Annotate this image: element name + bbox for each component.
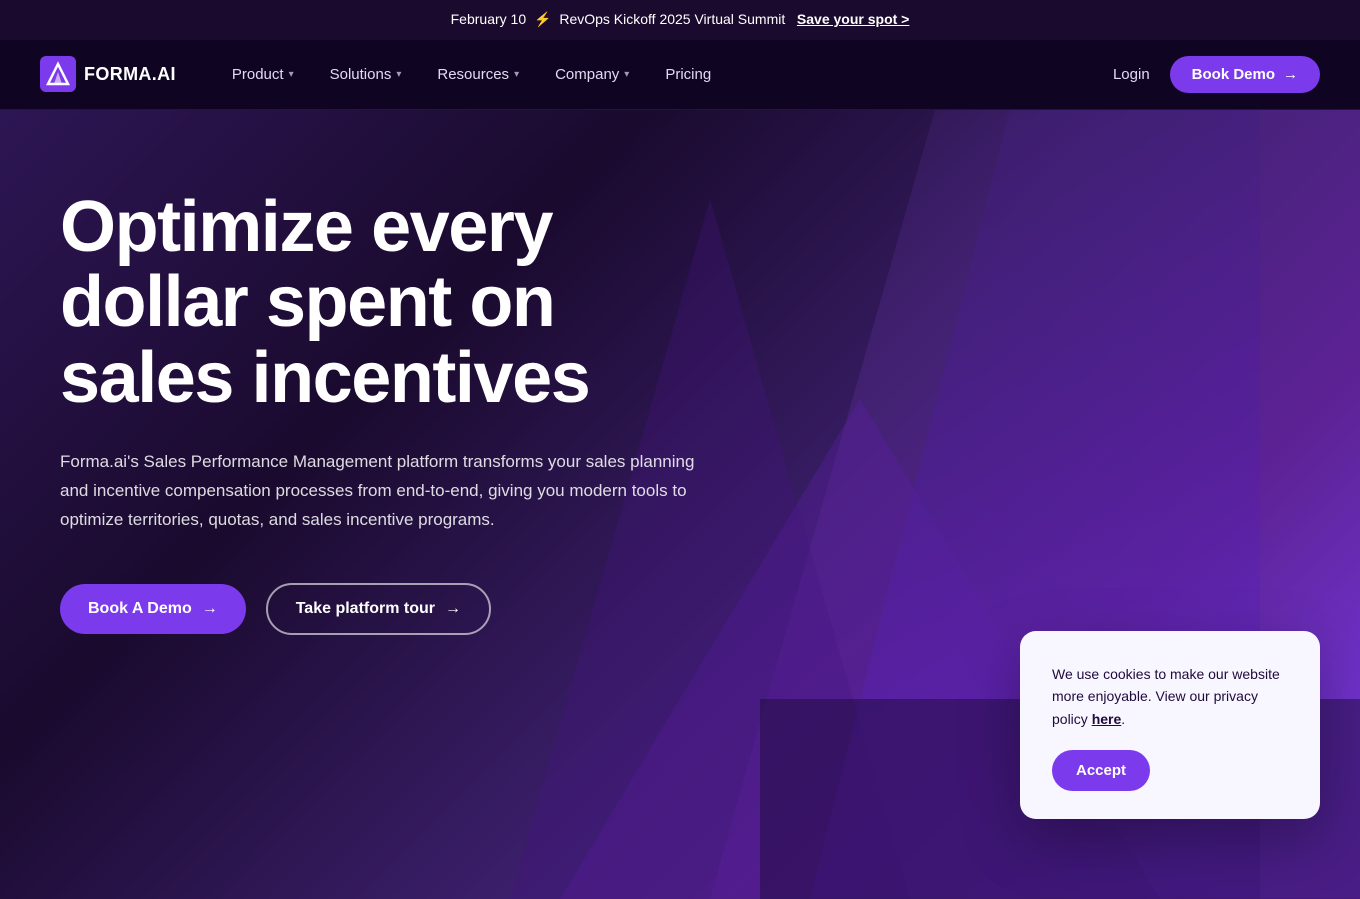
chevron-down-icon: ▾ bbox=[514, 69, 519, 80]
cookie-accept-button[interactable]: Accept bbox=[1052, 750, 1150, 791]
hero-buttons: Book A Demo → Take platform tour → bbox=[60, 583, 700, 635]
chevron-down-icon: ▾ bbox=[624, 69, 629, 80]
nav-links: Product ▾ Solutions ▾ Resources ▾ Compan… bbox=[216, 58, 1113, 91]
top-banner: February 10 ⚡ RevOps Kickoff 2025 Virtua… bbox=[0, 0, 1360, 40]
navbar: FORMA.AI Product ▾ Solutions ▾ Resources… bbox=[0, 40, 1360, 110]
arrow-icon: → bbox=[445, 600, 461, 618]
chevron-down-icon: ▾ bbox=[289, 69, 294, 80]
hero-title: Optimize every dollar spent on sales inc… bbox=[60, 190, 700, 417]
logo-link[interactable]: FORMA.AI bbox=[40, 56, 176, 92]
hero-subtitle: Forma.ai's Sales Performance Management … bbox=[60, 448, 700, 535]
banner-event: RevOps Kickoff 2025 Virtual Summit bbox=[559, 11, 785, 27]
logo-icon bbox=[40, 56, 76, 92]
lightning-icon: ⚡ bbox=[534, 11, 551, 27]
book-demo-button[interactable]: Book Demo → bbox=[1170, 56, 1320, 93]
nav-item-product[interactable]: Product ▾ bbox=[216, 58, 310, 91]
banner-date: February 10 bbox=[451, 11, 526, 27]
nav-item-resources[interactable]: Resources ▾ bbox=[421, 58, 535, 91]
nav-item-solutions[interactable]: Solutions ▾ bbox=[314, 58, 418, 91]
login-link[interactable]: Login bbox=[1113, 66, 1150, 83]
arrow-icon: → bbox=[1283, 66, 1298, 83]
logo-text: FORMA.AI bbox=[84, 64, 176, 85]
book-demo-hero-button[interactable]: Book A Demo → bbox=[60, 584, 246, 634]
nav-item-company[interactable]: Company ▾ bbox=[539, 58, 645, 91]
cookie-banner: We use cookies to make our website more … bbox=[1020, 631, 1320, 819]
privacy-policy-link[interactable]: here bbox=[1092, 711, 1122, 727]
chevron-down-icon: ▾ bbox=[396, 69, 401, 80]
hero-content: Optimize every dollar spent on sales inc… bbox=[0, 110, 760, 695]
banner-cta[interactable]: Save your spot > bbox=[797, 11, 909, 27]
cookie-text: We use cookies to make our website more … bbox=[1052, 663, 1288, 730]
nav-right: Login Book Demo → bbox=[1113, 56, 1320, 93]
platform-tour-button[interactable]: Take platform tour → bbox=[266, 583, 491, 635]
arrow-icon: → bbox=[202, 600, 218, 618]
nav-item-pricing[interactable]: Pricing bbox=[649, 58, 727, 91]
